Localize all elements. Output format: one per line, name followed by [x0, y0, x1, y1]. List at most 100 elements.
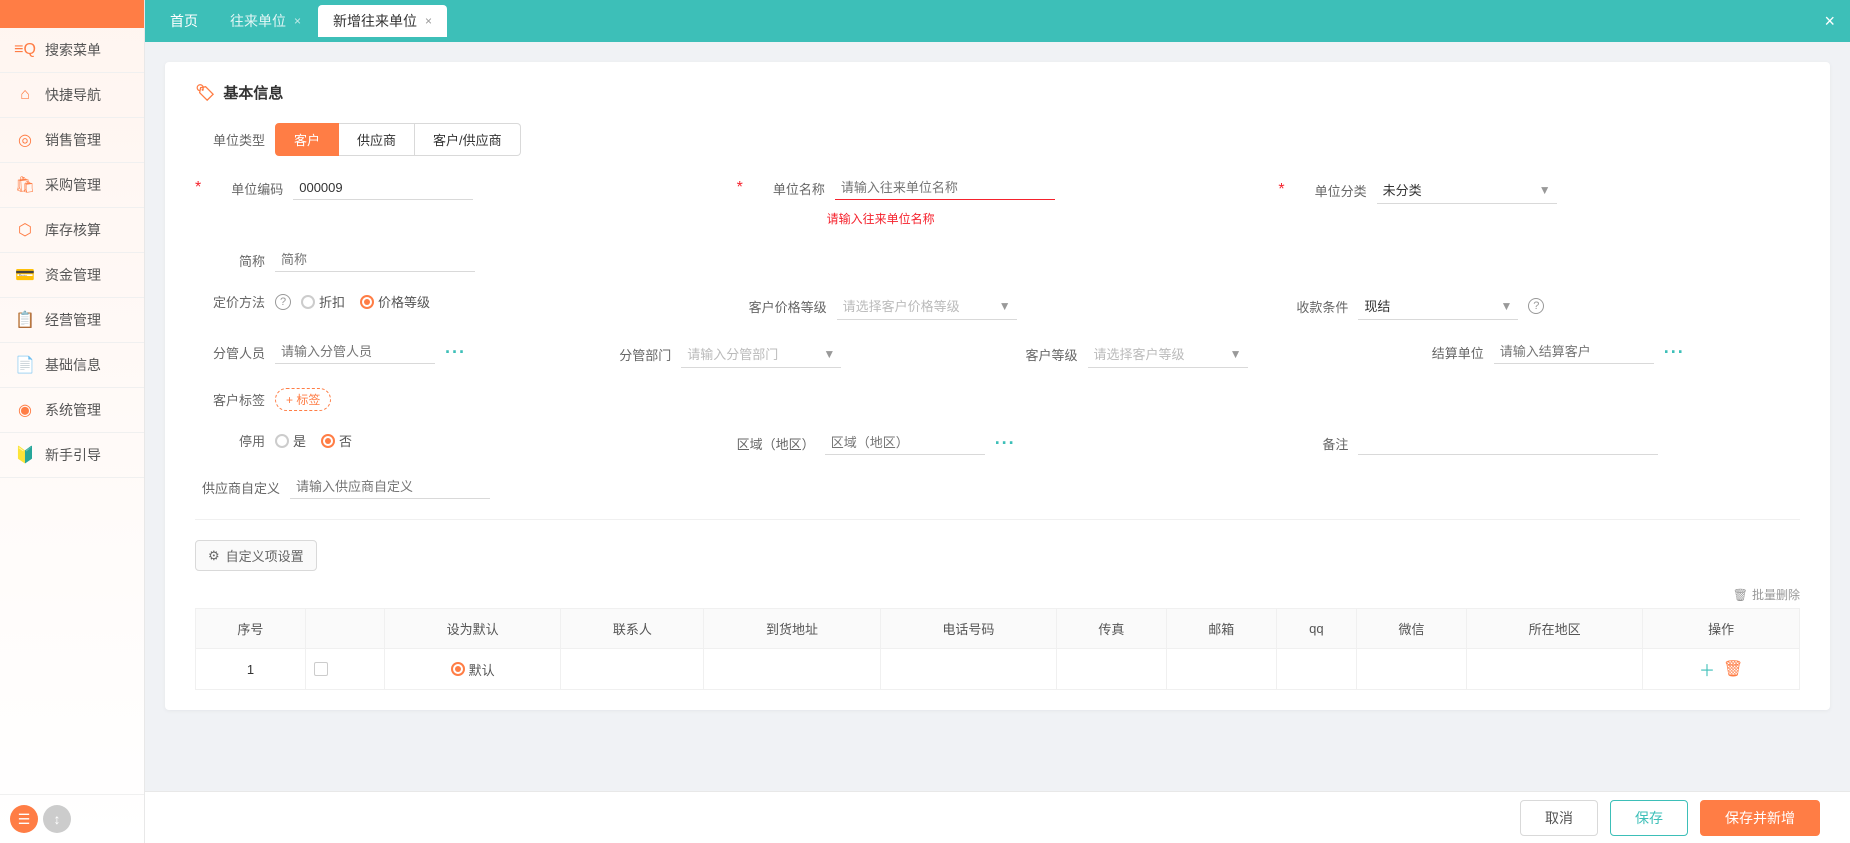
sidebar-item-search[interactable]: ≡Q 搜索菜单 — [0, 28, 144, 73]
sidebar-item-quick-nav[interactable]: ⌂ 快捷导航 — [0, 73, 144, 118]
disable-radio-group: 是 否 — [275, 431, 352, 450]
sidebar-item-purchase[interactable]: 🛍 采购管理 — [0, 163, 144, 208]
customer-level-group: 客户等级 请选择客户等级 ▼ — [1008, 340, 1394, 368]
disable-yes-label: 是 — [293, 431, 306, 450]
customer-level-select[interactable]: 请选择客户等级 ▼ — [1088, 340, 1248, 368]
row-delete-btn[interactable]: 🗑 — [1723, 659, 1743, 679]
payment-terms-chevron: ▼ — [1500, 299, 1512, 313]
col-address: 到货地址 — [704, 609, 880, 649]
section-title-text: 基本信息 — [223, 82, 283, 103]
sidebar-item-guide[interactable]: 🔰 新手引导 — [0, 433, 144, 478]
payment-terms-help-icon[interactable]: ? — [1528, 298, 1544, 314]
manager-more-btn[interactable]: ··· — [445, 342, 466, 363]
tab-partner-list-close[interactable]: × — [294, 14, 301, 28]
short-name-group: 简称 — [195, 248, 1800, 272]
sidebar-item-operations[interactable]: 📋 经营管理 — [0, 298, 144, 343]
sidebar-item-basic-info[interactable]: 📄 基础信息 — [0, 343, 144, 388]
supplier-custom-input[interactable] — [290, 475, 490, 499]
unit-name-error: 请输入往来单位名称 — [827, 212, 935, 226]
tab-partner-list[interactable]: 往来单位 × — [215, 5, 316, 37]
unit-code-required: * — [195, 179, 201, 197]
customer-price-level-select[interactable]: 请选择客户价格等级 ▼ — [837, 292, 1017, 320]
finance-icon: 💳 — [15, 265, 35, 285]
type-btn-both[interactable]: 客户/供应商 — [415, 123, 521, 156]
sidebar-item-label-system: 系统管理 — [45, 400, 101, 420]
settlement-more-btn[interactable]: ··· — [1664, 342, 1685, 363]
batch-delete-btn[interactable]: 🗑 批量删除 — [195, 586, 1800, 603]
custom-settings-button[interactable]: ⚙ 自定义项设置 — [195, 540, 317, 571]
region-more-btn[interactable]: ··· — [995, 433, 1016, 454]
tab-home[interactable]: 首页 — [155, 11, 213, 31]
sidebar-item-system[interactable]: ◉ 系统管理 — [0, 388, 144, 433]
row-checkbox[interactable] — [314, 662, 328, 676]
row-no: 1 — [196, 649, 306, 690]
sidebar-bottom-btn2[interactable]: ↕ — [43, 805, 71, 833]
row-phone — [880, 649, 1056, 690]
col-default: 设为默认 — [385, 609, 561, 649]
pricing-radio-level-circle — [360, 295, 374, 309]
type-btn-customer[interactable]: 客户 — [275, 123, 339, 156]
search-icon: ≡Q — [15, 40, 35, 60]
cancel-button[interactable]: 取消 — [1520, 800, 1598, 836]
type-btn-supplier[interactable]: 供应商 — [339, 123, 415, 156]
row-fax — [1056, 649, 1166, 690]
unit-category-select[interactable]: 未分类 ▼ — [1377, 176, 1557, 204]
region-group: 区域（地区） ··· — [737, 431, 1259, 455]
disable-no-radio[interactable]: 否 — [321, 431, 352, 450]
pricing-radio-level-label: 价格等级 — [378, 292, 430, 311]
tag-add-label: + 标签 — [286, 391, 320, 408]
short-name-input[interactable] — [275, 248, 475, 272]
customer-price-level-group: 客户价格等级 请选择客户价格等级 ▼ — [737, 292, 1259, 320]
payment-terms-group: 收款条件 现结 ▼ ? — [1278, 292, 1800, 320]
customer-tag-label: 客户标签 — [195, 390, 265, 409]
remark-input[interactable] — [1358, 431, 1658, 455]
pricing-method-group: 定价方法 ? 折扣 价格等级 — [195, 292, 717, 311]
sidebar-item-label-quick-nav: 快捷导航 — [45, 85, 101, 105]
sidebar-item-label-operations: 经营管理 — [45, 310, 101, 330]
tab-new-partner[interactable]: 新增往来单位 × — [318, 5, 447, 37]
sidebar-item-label-sales: 销售管理 — [45, 130, 101, 150]
disable-yes-radio[interactable]: 是 — [275, 431, 306, 450]
system-icon: ◉ — [15, 400, 35, 420]
manager-input[interactable] — [275, 340, 435, 364]
form-divider — [195, 519, 1800, 520]
remark-label: 备注 — [1278, 434, 1348, 453]
batch-delete-label: 批量删除 — [1752, 586, 1800, 603]
tag-add-button[interactable]: + 标签 — [275, 388, 331, 411]
unit-code-input[interactable] — [293, 176, 473, 200]
basic-info-icon: 📄 — [15, 355, 35, 375]
unit-type-row: 单位类型 客户 供应商 客户/供应商 — [195, 123, 1800, 156]
col-wechat: 微信 — [1357, 609, 1467, 649]
col-region: 所在地区 — [1466, 609, 1642, 649]
unit-name-input[interactable] — [835, 176, 1055, 200]
pricing-radio-discount[interactable]: 折扣 — [301, 292, 345, 311]
form-card: 🏷 基本信息 单位类型 客户 供应商 客户/供应商 * 单位编码 — [165, 62, 1830, 710]
disable-yes-circle — [275, 434, 289, 448]
region-input[interactable] — [825, 431, 985, 455]
settlement-unit-input[interactable] — [1494, 340, 1654, 364]
unit-info-row: * 单位编码 * 单位名称 请输入往来单位名称 * 单位分类 — [195, 176, 1800, 228]
department-select[interactable]: 请输入分管部门 ▼ — [681, 340, 841, 368]
pricing-radio-level[interactable]: 价格等级 — [360, 292, 430, 311]
tab-new-partner-close[interactable]: × — [425, 14, 432, 28]
supplier-custom-label: 供应商自定义 — [195, 478, 280, 497]
tab-new-partner-label: 新增往来单位 — [333, 11, 417, 31]
settlement-unit-group: 结算单位 ··· — [1414, 340, 1800, 364]
col-contact: 联系人 — [561, 609, 704, 649]
payment-terms-select[interactable]: 现结 ▼ — [1358, 292, 1518, 320]
row-default-radio[interactable]: 默认 — [393, 660, 552, 679]
sidebar-item-inventory[interactable]: ⬡ 库存核算 — [0, 208, 144, 253]
window-close-button[interactable]: × — [1824, 11, 1835, 32]
department-label: 分管部门 — [601, 345, 671, 364]
save-button[interactable]: 保存 — [1610, 800, 1688, 836]
row-add-btn[interactable]: ＋ — [1699, 657, 1715, 681]
tab-partner-list-label: 往来单位 — [230, 11, 286, 31]
save-new-button[interactable]: 保存并新增 — [1700, 800, 1820, 836]
row-default-label: 默认 — [469, 660, 495, 679]
sidebar-bottom-btn1[interactable]: ☰ — [10, 805, 38, 833]
sidebar-item-finance[interactable]: 💳 资金管理 — [0, 253, 144, 298]
sidebar-item-sales[interactable]: ◎ 销售管理 — [0, 118, 144, 163]
disable-row: 停用 是 否 区 — [195, 431, 1800, 455]
customer-tag-row: 客户标签 + 标签 — [195, 388, 1800, 411]
pricing-help-icon[interactable]: ? — [275, 294, 291, 310]
